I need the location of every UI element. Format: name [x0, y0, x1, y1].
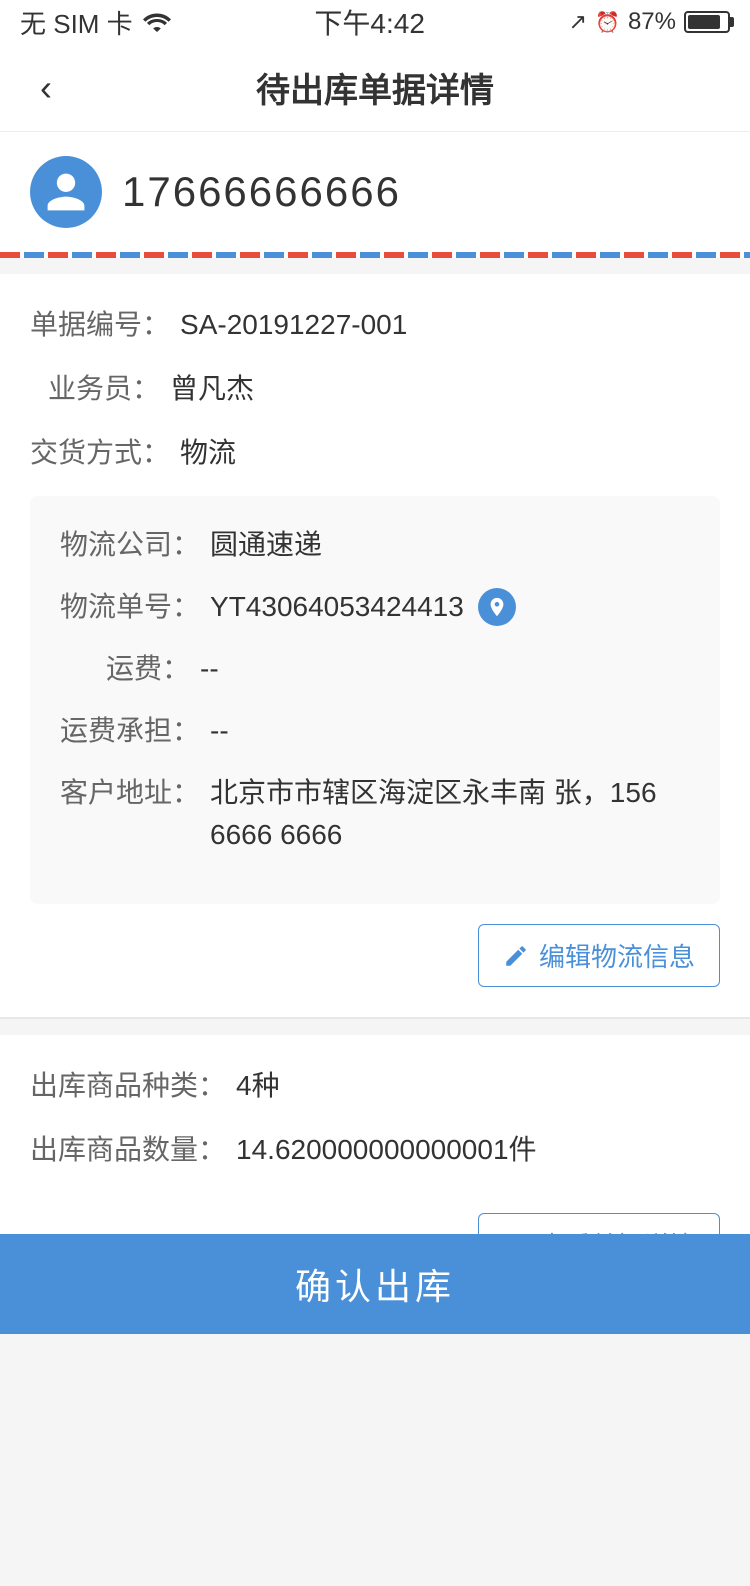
wifi-icon [143, 12, 171, 32]
section-divider [0, 1017, 750, 1019]
battery-icon [684, 11, 730, 33]
address-label: 客户地址： [60, 772, 210, 814]
status-bar: 无 SIM 卡 下午4:42 ↗ ⏰ 87% [0, 0, 750, 44]
confirm-button[interactable]: 确认出库 [0, 1234, 750, 1334]
location-status-icon: ↗ [569, 9, 587, 35]
goods-quantity-label: 出库商品数量： [30, 1129, 236, 1171]
edit-logistics-button-container: 编辑物流信息 [30, 904, 720, 987]
tracking-location-icon[interactable] [478, 588, 516, 626]
logistics-card: 物流公司： 圆通速递 物流单号： YT43064053424413 运费： -- [30, 496, 720, 904]
tracking-number-label: 物流单号： [60, 586, 210, 628]
goods-types-row: 出库商品种类： 4种 [30, 1065, 720, 1107]
user-header: 17666666666 [0, 132, 750, 252]
dashed-divider [0, 252, 750, 258]
basic-info-section: 单据编号： SA-20191227-001 业务员： 曾凡杰 交货方式： 物流 … [0, 274, 750, 1017]
sales-person-value: 曾凡杰 [170, 368, 720, 410]
user-phone: 17666666666 [122, 168, 401, 216]
logistics-company-value: 圆通速递 [210, 524, 690, 566]
battery-text: 87% [628, 8, 676, 36]
map-pin-icon [486, 596, 508, 618]
freight-value: -- [200, 648, 690, 690]
delivery-method-row: 交货方式： 物流 [30, 432, 720, 474]
battery-fill [688, 15, 720, 29]
freight-bearer-label: 运费承担： [60, 710, 210, 752]
address-value: 北京市市辖区海淀区永丰南 张，156 6666 6666 [210, 772, 690, 856]
freight-row: 运费： -- [60, 648, 690, 690]
document-number-row: 单据编号： SA-20191227-001 [30, 304, 720, 346]
status-bar-time: 下午4:42 [314, 2, 425, 42]
goods-types-label: 出库商品种类： [30, 1065, 236, 1107]
carrier-text: 无 SIM 卡 [20, 4, 133, 41]
goods-quantity-value: 14.620000000000001件 [236, 1129, 720, 1171]
page-title: 待出库单据详情 [256, 63, 494, 112]
delivery-method-value: 物流 [180, 432, 720, 474]
sales-person-label: 业务员： [30, 368, 170, 410]
status-bar-left: 无 SIM 卡 [20, 4, 171, 41]
alarm-icon: ⏰ [595, 10, 620, 35]
back-button[interactable]: ‹ [30, 57, 62, 119]
tracking-number-value: YT43064053424413 [210, 586, 464, 628]
address-row: 客户地址： 北京市市辖区海淀区永丰南 张，156 6666 6666 [60, 772, 690, 856]
avatar [30, 156, 102, 228]
nav-bar: ‹ 待出库单据详情 [0, 44, 750, 132]
logistics-company-label: 物流公司： [60, 524, 210, 566]
tracking-number-row: 物流单号： YT43064053424413 [60, 586, 690, 628]
freight-bearer-value: -- [210, 710, 690, 752]
freight-label: 运费： [60, 648, 200, 690]
edit-logistics-button[interactable]: 编辑物流信息 [478, 924, 720, 987]
confirm-button-label: 确认出库 [295, 1258, 455, 1310]
document-number-value: SA-20191227-001 [180, 304, 720, 346]
freight-bearer-row: 运费承担： -- [60, 710, 690, 752]
goods-quantity-row: 出库商品数量： 14.620000000000001件 [30, 1129, 720, 1171]
goods-types-value: 4种 [236, 1065, 720, 1107]
user-avatar-icon [43, 169, 89, 215]
sales-person-row: 业务员： 曾凡杰 [30, 368, 720, 410]
tracking-row: YT43064053424413 [210, 586, 516, 628]
document-number-label: 单据编号： [30, 304, 180, 346]
logistics-company-row: 物流公司： 圆通速递 [60, 524, 690, 566]
status-bar-right: ↗ ⏰ 87% [569, 8, 730, 36]
edit-logistics-label: 编辑物流信息 [539, 937, 695, 974]
delivery-method-label: 交货方式： [30, 432, 180, 474]
edit-icon [503, 943, 529, 969]
